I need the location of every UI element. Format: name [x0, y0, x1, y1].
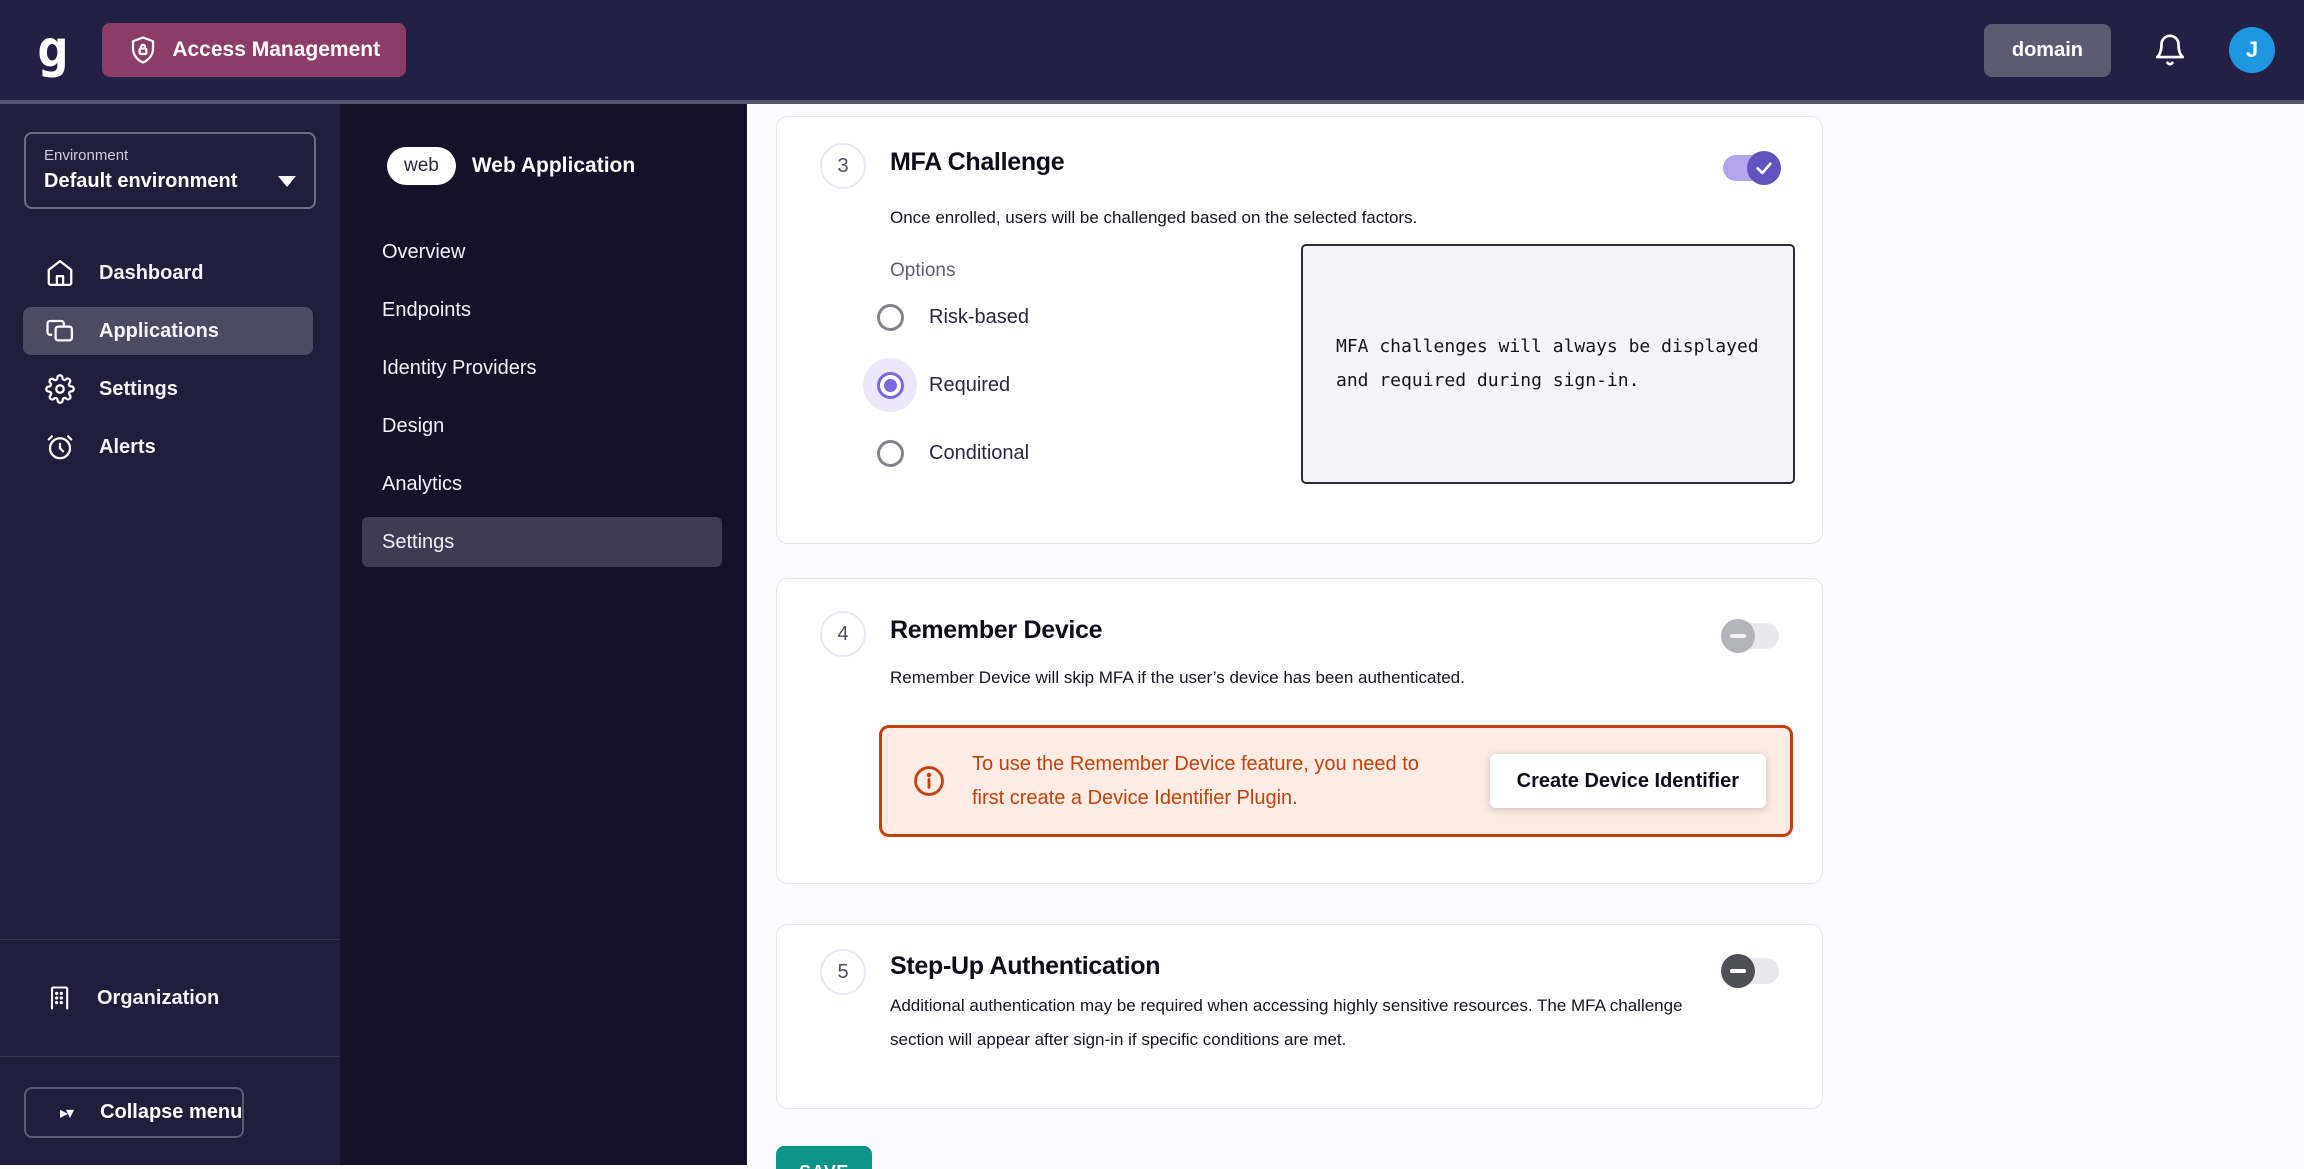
primary-sidebar: Environment Default environment Dashboar…: [0, 104, 340, 1165]
product-switcher-badge[interactable]: Access Management: [102, 23, 406, 77]
sidebar-bottom: Organization ▸▾ Collapse menu: [0, 939, 340, 1165]
mfa-info-text: MFA challenges will always be displayed …: [1336, 330, 1773, 398]
product-badge-label: Access Management: [172, 38, 380, 62]
remember-device-warning: To use the Remember Device feature, you …: [879, 725, 1793, 837]
minus-icon: [1730, 969, 1746, 973]
minus-icon: [1730, 634, 1746, 638]
card-description: Once enrolled, users will be challenged …: [890, 201, 1417, 235]
brand-logo[interactable]: g: [37, 24, 68, 76]
environment-value: Default environment: [44, 170, 237, 193]
radio-label: Required: [929, 374, 1010, 397]
radio-label: Risk-based: [929, 306, 1029, 329]
mfa-challenge-card: 3 MFA Challenge Once enrolled, users wil…: [776, 116, 1823, 544]
gear-icon: [45, 374, 75, 404]
mfa-challenge-toggle[interactable]: [1723, 155, 1779, 181]
app-nav-overview[interactable]: Overview: [362, 227, 722, 277]
collapse-menu-button[interactable]: ▸▾ Collapse menu: [24, 1087, 244, 1138]
card-title: MFA Challenge: [890, 148, 1064, 177]
mfa-options-radio-group: Risk-based Required Conditional: [863, 290, 1029, 494]
app-nav-identity-providers[interactable]: Identity Providers: [362, 343, 722, 393]
app-type-badge: web: [387, 147, 456, 185]
remember-device-card: 4 Remember Device Remember Device will s…: [776, 578, 1823, 884]
step-up-toggle[interactable]: [1723, 958, 1779, 984]
chevron-down-icon: [278, 176, 296, 187]
step-number-badge: 4: [820, 611, 866, 657]
sidebar-item-label: Applications: [99, 320, 219, 343]
primary-nav: Dashboard Applications: [0, 249, 340, 481]
app-nav-endpoints[interactable]: Endpoints: [362, 285, 722, 335]
top-bar: g Access Management domain J: [0, 0, 2304, 104]
sidebar-item-applications[interactable]: Applications: [23, 307, 313, 355]
warning-text: To use the Remember Device feature, you …: [972, 747, 1442, 815]
sidebar-item-dashboard[interactable]: Dashboard: [23, 249, 313, 297]
sidebar-item-organization[interactable]: Organization: [0, 940, 340, 1056]
divider: [0, 1056, 340, 1057]
app-nav-analytics[interactable]: Analytics: [362, 459, 722, 509]
application-header: web Web Application: [387, 147, 747, 185]
organization-icon: [45, 984, 73, 1012]
page-layout: Environment Default environment Dashboar…: [0, 104, 2304, 1165]
step-number-badge: 3: [820, 143, 866, 189]
environment-selector[interactable]: Environment Default environment: [24, 132, 316, 209]
sidebar-item-alerts[interactable]: Alerts: [23, 423, 313, 471]
card-description: Remember Device will skip MFA if the use…: [890, 661, 1465, 695]
alarm-clock-icon: [45, 432, 75, 462]
bell-icon: [2153, 33, 2187, 67]
create-device-identifier-button[interactable]: Create Device Identifier: [1490, 754, 1766, 808]
domain-button[interactable]: domain: [1984, 24, 2111, 77]
remember-device-toggle[interactable]: [1723, 623, 1779, 649]
radio-option-required[interactable]: Required: [863, 358, 1029, 412]
sidebar-item-label: Organization: [97, 987, 219, 1010]
step-number-badge: 5: [820, 949, 866, 995]
card-title: Remember Device: [890, 616, 1102, 645]
user-avatar[interactable]: J: [2229, 27, 2275, 73]
radio-option-conditional[interactable]: Conditional: [863, 426, 1029, 480]
application-sidebar: web Web Application Overview Endpoints I…: [340, 104, 747, 1165]
collapse-icon: ▸▾: [60, 1103, 72, 1123]
home-icon: [45, 258, 75, 288]
sidebar-item-settings[interactable]: Settings: [23, 365, 313, 413]
mfa-info-panel: MFA challenges will always be displayed …: [1301, 244, 1795, 484]
options-label: Options: [890, 260, 955, 282]
app-nav-settings[interactable]: Settings: [362, 517, 722, 567]
main-content: 3 MFA Challenge Once enrolled, users wil…: [747, 104, 2304, 1165]
card-description: Additional authentication may be require…: [890, 989, 1720, 1057]
collapse-menu-label: Collapse menu: [100, 1101, 242, 1124]
environment-label: Environment: [44, 147, 296, 164]
application-nav: Overview Endpoints Identity Providers De…: [340, 227, 747, 575]
sidebar-item-label: Settings: [99, 378, 178, 401]
save-button[interactable]: SAVE: [776, 1146, 872, 1169]
check-icon: [1754, 158, 1774, 178]
sidebar-item-label: Alerts: [99, 436, 156, 459]
shield-lock-icon: [128, 35, 158, 65]
radio-option-risk-based[interactable]: Risk-based: [863, 290, 1029, 344]
step-up-authentication-card: 5 Step-Up Authentication Additional auth…: [776, 924, 1823, 1109]
sidebar-item-label: Dashboard: [99, 262, 203, 285]
info-circle-icon: [912, 764, 946, 798]
applications-icon: [45, 316, 75, 346]
notifications-button[interactable]: [2153, 33, 2187, 67]
radio-label: Conditional: [929, 442, 1029, 465]
app-nav-design[interactable]: Design: [362, 401, 722, 451]
app-title: Web Application: [472, 154, 635, 178]
card-title: Step-Up Authentication: [890, 952, 1160, 981]
